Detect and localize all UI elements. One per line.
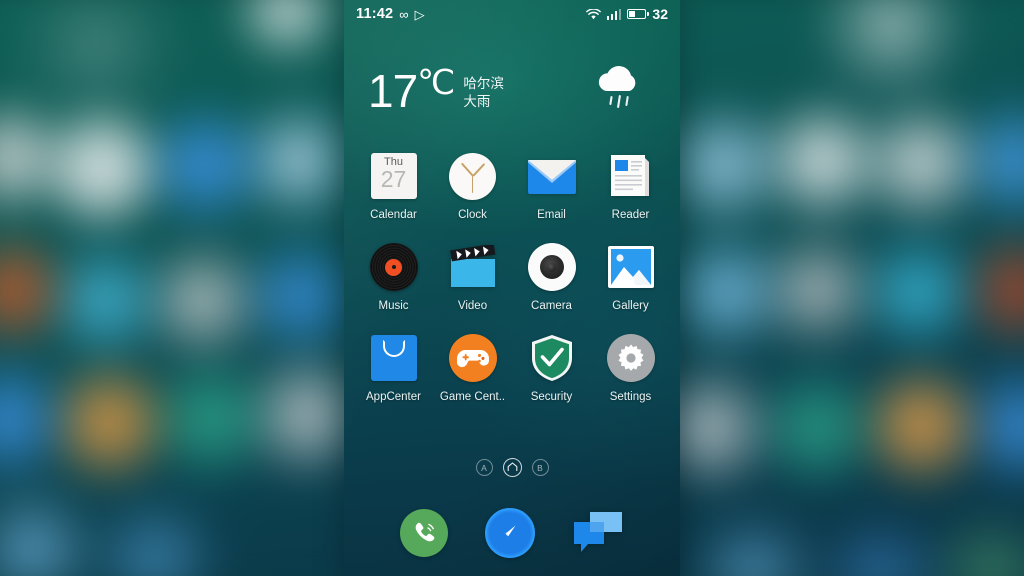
screenshot-stage: 11:42 ∞ ▷ 32 17℃ 哈尔滨 大雨 Thu 27 Calendar … xyxy=(0,0,1024,576)
app-label: Security xyxy=(530,391,573,403)
dock-messages[interactable] xyxy=(572,510,624,556)
calendar-day-number: 27 xyxy=(380,166,407,192)
clapperboard-icon xyxy=(447,241,499,293)
app-label: Settings xyxy=(609,391,652,403)
wifi-icon xyxy=(586,8,601,20)
reader-document-icon xyxy=(605,150,657,202)
compass-needle-icon xyxy=(484,508,535,558)
page-dot-a[interactable]: A xyxy=(475,459,493,476)
app-label: AppCenter xyxy=(366,391,421,403)
dock-phone[interactable] xyxy=(400,509,449,557)
play-triangle-icon: ▷ xyxy=(414,6,425,22)
app-email[interactable]: Email xyxy=(512,150,591,221)
photo-mountain-icon xyxy=(605,241,657,293)
clock-icon xyxy=(447,150,499,202)
app-clock[interactable]: Clock xyxy=(433,150,512,221)
app-camera[interactable]: Camera xyxy=(512,241,591,312)
phone-screen: 11:42 ∞ ▷ 32 17℃ 哈尔滨 大雨 Thu 27 Calendar … xyxy=(344,0,680,576)
page-dot-home[interactable] xyxy=(502,458,522,477)
app-video[interactable]: Video xyxy=(433,241,512,312)
app-label: Clock xyxy=(458,209,487,221)
page-indicator: A B xyxy=(344,458,680,477)
battery-icon xyxy=(627,8,649,20)
camera-lens-icon xyxy=(526,241,578,293)
status-bar-right: 32 xyxy=(586,6,668,22)
app-label: Email xyxy=(537,209,566,221)
app-music[interactable]: Music xyxy=(354,241,433,312)
app-appcenter[interactable]: AppCenter xyxy=(354,332,433,403)
weather-temperature: 17℃ xyxy=(368,65,455,117)
phone-handset-icon xyxy=(400,509,449,557)
battery-percent-label: 32 xyxy=(652,6,668,22)
shield-check-icon xyxy=(526,332,578,384)
app-game-center[interactable]: Game Cent.. xyxy=(433,332,512,403)
app-calendar[interactable]: Thu 27 Calendar xyxy=(354,150,433,221)
app-label: Calendar xyxy=(370,209,417,221)
app-security[interactable]: Security xyxy=(512,332,591,403)
status-bar-left: 11:42 ∞ ▷ xyxy=(356,6,425,22)
signal-bars-icon xyxy=(606,8,622,20)
app-label: Gallery xyxy=(612,300,649,312)
weather-degree-unit: ℃ xyxy=(417,64,455,102)
weather-city: 哈尔滨 xyxy=(463,75,504,92)
weather-location-block: 哈尔滨 大雨 xyxy=(463,72,504,111)
app-label: Video xyxy=(457,300,488,312)
status-bar: 11:42 ∞ ▷ 32 xyxy=(344,0,680,28)
app-settings[interactable]: Settings xyxy=(591,332,670,403)
home-icon xyxy=(507,461,518,474)
chat-bubbles-icon xyxy=(572,510,624,556)
app-label: Game Cent.. xyxy=(439,391,506,403)
email-envelope-icon xyxy=(526,150,578,202)
weather-temperature-value: 17 xyxy=(368,65,418,117)
gear-icon xyxy=(605,332,657,384)
gamepad-icon xyxy=(447,332,499,384)
app-gallery[interactable]: Gallery xyxy=(591,241,670,312)
dock xyxy=(344,508,680,558)
app-label: Reader xyxy=(611,209,650,221)
rain-cloud-icon xyxy=(590,65,646,117)
app-reader[interactable]: Reader xyxy=(591,150,670,221)
app-grid: Thu 27 Calendar Clock Email Reader Music… xyxy=(344,150,680,403)
page-dot-b[interactable]: B xyxy=(531,459,549,476)
infinity-icon: ∞ xyxy=(399,6,409,22)
dock-browser[interactable] xyxy=(484,508,535,558)
shopping-bag-icon xyxy=(368,332,420,384)
status-bar-clock: 11:42 xyxy=(356,6,394,22)
app-label: Camera xyxy=(531,300,572,312)
vinyl-record-icon xyxy=(368,241,420,293)
calendar-icon: Thu 27 xyxy=(368,150,420,202)
weather-condition: 大雨 xyxy=(463,93,491,110)
weather-widget[interactable]: 17℃ 哈尔滨 大雨 xyxy=(344,52,680,130)
app-label: Music xyxy=(378,300,409,312)
